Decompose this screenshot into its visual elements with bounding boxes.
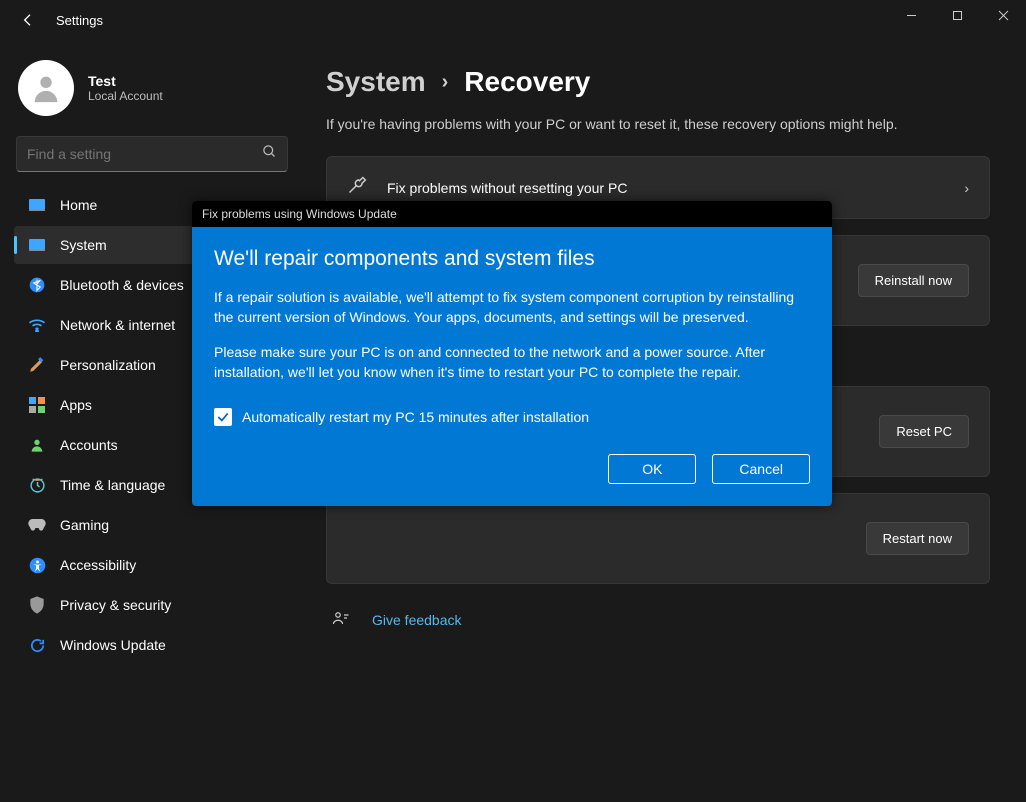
card-label: Fix problems without resetting your PC xyxy=(387,180,627,196)
auto-restart-checkbox[interactable] xyxy=(214,408,232,426)
wrench-icon xyxy=(347,175,369,200)
restart-now-button[interactable]: Restart now xyxy=(866,522,969,555)
wifi-icon xyxy=(28,316,46,334)
nav-label: Accessibility xyxy=(60,557,136,573)
nav-label: Windows Update xyxy=(60,637,166,653)
brush-icon xyxy=(28,356,46,374)
reinstall-now-button[interactable]: Reinstall now xyxy=(858,264,969,297)
dialog-paragraph-1: If a repair solution is available, we'll… xyxy=(214,287,810,328)
system-icon xyxy=(28,236,46,254)
reset-pc-button[interactable]: Reset PC xyxy=(879,415,969,448)
dialog-titlebar: Fix problems using Windows Update xyxy=(192,201,832,227)
dialog-heading: We'll repair components and system files xyxy=(214,247,810,271)
user-subtitle: Local Account xyxy=(88,89,163,103)
breadcrumb: System › Recovery xyxy=(326,66,990,98)
feedback-icon xyxy=(332,610,350,629)
nav-label: Apps xyxy=(60,397,92,413)
nav-label: Accounts xyxy=(60,437,118,453)
gamepad-icon xyxy=(28,516,46,534)
home-icon xyxy=(28,196,46,214)
nav-privacy[interactable]: Privacy & security xyxy=(14,586,290,624)
nav-label: System xyxy=(60,237,107,253)
user-block[interactable]: Test Local Account xyxy=(12,50,300,136)
accessibility-icon xyxy=(28,556,46,574)
update-icon xyxy=(28,636,46,654)
search-icon xyxy=(262,144,277,164)
nav-label: Bluetooth & devices xyxy=(60,277,184,293)
checkbox-label: Automatically restart my PC 15 minutes a… xyxy=(242,409,589,425)
nav-label: Network & internet xyxy=(60,317,175,333)
back-button[interactable] xyxy=(8,0,48,40)
nav-accessibility[interactable]: Accessibility xyxy=(14,546,290,584)
close-button[interactable] xyxy=(980,0,1026,30)
user-name: Test xyxy=(88,73,163,89)
chevron-right-icon: › xyxy=(442,71,449,94)
nav-label: Time & language xyxy=(60,477,165,493)
maximize-button[interactable] xyxy=(934,0,980,30)
nav-label: Personalization xyxy=(60,357,156,373)
nav-label: Privacy & security xyxy=(60,597,171,613)
repair-dialog: Fix problems using Windows Update We'll … xyxy=(192,201,832,506)
nav-label: Home xyxy=(60,197,97,213)
ok-button[interactable]: OK xyxy=(608,454,696,484)
cancel-button[interactable]: Cancel xyxy=(712,454,810,484)
nav-update[interactable]: Windows Update xyxy=(14,626,290,664)
minimize-button[interactable] xyxy=(888,0,934,30)
page-subtitle: If you're having problems with your PC o… xyxy=(326,116,990,132)
search-input[interactable] xyxy=(27,146,254,162)
dialog-paragraph-2: Please make sure your PC is on and conne… xyxy=(214,342,810,383)
search-box[interactable] xyxy=(16,136,288,172)
nav-gaming[interactable]: Gaming xyxy=(14,506,290,544)
nav-label: Gaming xyxy=(60,517,109,533)
avatar xyxy=(18,60,74,116)
clock-icon xyxy=(28,476,46,494)
app-title: Settings xyxy=(48,13,103,28)
give-feedback-link[interactable]: Give feedback xyxy=(372,612,462,628)
card-restart: Restart now xyxy=(326,493,990,584)
apps-icon xyxy=(28,396,46,414)
breadcrumb-system[interactable]: System xyxy=(326,66,426,98)
accounts-icon xyxy=(28,436,46,454)
breadcrumb-recovery: Recovery xyxy=(464,66,590,98)
bluetooth-icon xyxy=(28,276,46,294)
shield-icon xyxy=(28,596,46,614)
chevron-right-icon: › xyxy=(964,180,969,196)
